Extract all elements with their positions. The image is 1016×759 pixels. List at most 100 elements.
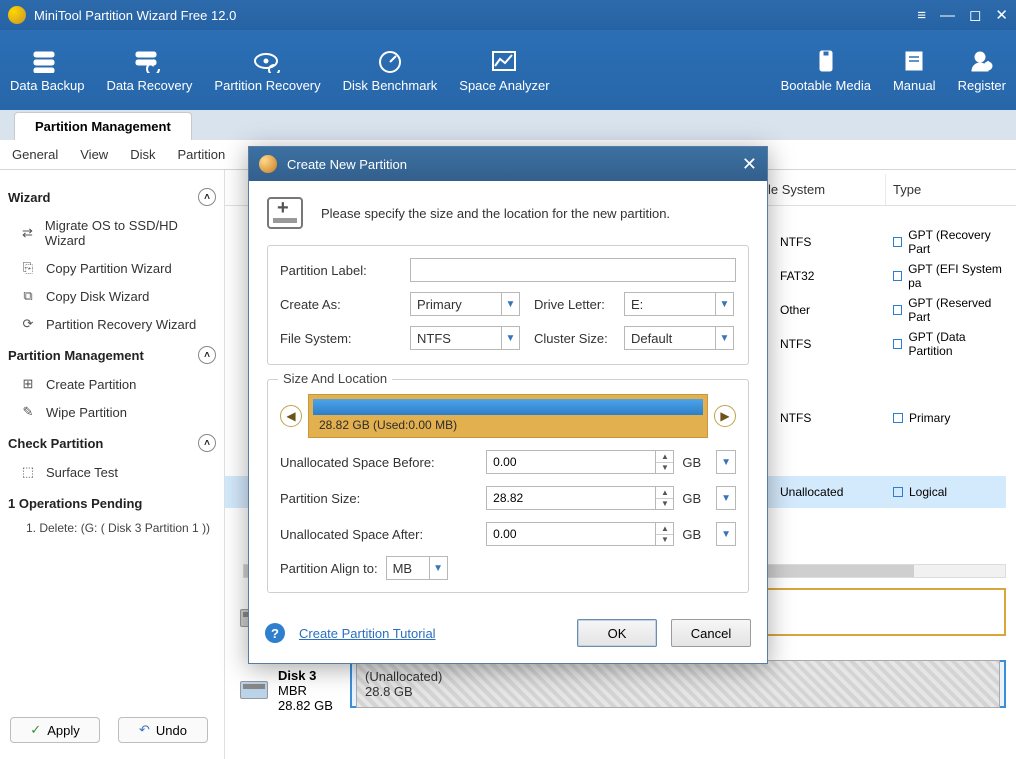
spin-up-icon[interactable]: ▲ xyxy=(656,523,673,535)
label-space-after: Unallocated Space After: xyxy=(280,527,478,542)
legend-size-location: Size And Location xyxy=(278,371,392,386)
register-icon: + xyxy=(967,48,997,74)
help-icon[interactable]: ? xyxy=(265,623,285,643)
cell-file-system: NTFS xyxy=(780,337,811,351)
wipe-partition-icon: ✎ xyxy=(20,404,36,420)
disk-icon xyxy=(240,681,268,699)
sidebar-item-copy-disk[interactable]: ⧉Copy Disk Wizard xyxy=(8,282,216,310)
dialog-instruction: Please specify the size and the location… xyxy=(321,206,670,221)
menu-view[interactable]: View xyxy=(80,147,108,162)
unit-dropdown[interactable]: ▼ xyxy=(716,522,736,546)
cell-type: GPT (Data Partition xyxy=(893,330,1006,358)
sidebar-item-copy-partition[interactable]: ⎘Copy Partition Wizard xyxy=(8,254,216,282)
combo-file-system[interactable]: NTFS▼ xyxy=(410,326,520,350)
size-bar-fill xyxy=(313,399,703,415)
manual-button[interactable]: Manual xyxy=(893,48,936,93)
combo-cluster-size[interactable]: Default▼ xyxy=(624,326,734,350)
sidebar: Wizard˄ ⇄ Migrate OS to SSD/HD Wizard ⎘Copy… xyxy=(0,170,225,759)
combo-file-system-value: NTFS xyxy=(417,331,451,346)
input-space-before[interactable] xyxy=(487,455,655,469)
pending-header: 1 Operations Pending xyxy=(8,496,216,511)
sidebar-item-label: Migrate OS to SSD/HD Wizard xyxy=(45,218,210,248)
section-check-partition[interactable]: Check Partition˄ xyxy=(8,434,216,452)
disk-3-bar[interactable]: (Unallocated) 28.8 GB xyxy=(356,660,1000,708)
input-partition-label[interactable] xyxy=(410,258,736,282)
cancel-button[interactable]: Cancel xyxy=(671,619,751,647)
section-wizard[interactable]: Wizard˄ xyxy=(8,188,216,206)
tutorial-link[interactable]: Create Partition Tutorial xyxy=(299,626,436,641)
menu-partition[interactable]: Partition xyxy=(177,147,225,162)
spin-space-after[interactable]: ▲▼ xyxy=(486,522,674,546)
chevron-up-icon: ˄ xyxy=(198,188,216,206)
chevron-down-icon: ▼ xyxy=(715,327,733,349)
combo-align-to[interactable]: MB▼ xyxy=(386,556,448,580)
unit-dropdown[interactable]: ▼ xyxy=(716,486,736,510)
apply-button[interactable]: ✓ Apply xyxy=(10,717,100,743)
unit-gb: GB xyxy=(682,491,708,506)
disk-3-outer[interactable]: (Unallocated) 28.8 GB xyxy=(350,660,1006,708)
close-icon[interactable]: ✕ xyxy=(995,6,1008,24)
col-type[interactable]: Type xyxy=(893,182,1013,197)
spin-down-icon[interactable]: ▼ xyxy=(656,535,673,546)
sidebar-item-surface-test[interactable]: ⬚Surface Test xyxy=(8,458,216,486)
spin-down-icon[interactable]: ▼ xyxy=(656,463,673,474)
sidebar-item-partition-recovery-wizard[interactable]: ⟳Partition Recovery Wizard xyxy=(8,310,216,338)
copy-disk-icon: ⧉ xyxy=(20,288,36,304)
migrate-os-icon: ⇄ xyxy=(20,225,35,241)
tb-label: Manual xyxy=(893,78,936,93)
combo-align-value: MB xyxy=(393,561,413,576)
type-color-icon xyxy=(893,237,902,247)
tab-partition-management[interactable]: Partition Management xyxy=(14,112,192,140)
unit-dropdown[interactable]: ▼ xyxy=(716,450,736,474)
disk-3-mbr: MBR xyxy=(278,683,333,698)
tb-label: Bootable Media xyxy=(781,78,871,93)
combo-drive-letter[interactable]: E:▼ xyxy=(624,292,734,316)
bootable-media-button[interactable]: Bootable Media xyxy=(781,48,871,93)
undo-button[interactable]: ↶ Undo xyxy=(118,717,208,743)
combo-drive-letter-value: E: xyxy=(631,297,643,312)
menu-icon[interactable]: ≡ xyxy=(917,7,926,24)
partition-recovery-button[interactable]: Partition Recovery xyxy=(214,48,320,93)
combo-create-as[interactable]: Primary▼ xyxy=(410,292,520,316)
register-button[interactable]: +Register xyxy=(958,48,1006,93)
disk-3-part-name: (Unallocated) xyxy=(365,669,442,684)
spin-up-icon[interactable]: ▲ xyxy=(656,487,673,499)
minimize-icon[interactable]: — xyxy=(940,7,955,24)
sidebar-item-label: Partition Recovery Wizard xyxy=(46,317,196,332)
data-backup-icon xyxy=(32,48,62,74)
menu-general[interactable]: General xyxy=(12,147,58,162)
manual-icon xyxy=(899,48,929,74)
bootable-media-icon xyxy=(811,48,841,74)
size-bar[interactable]: 28.82 GB (Used:0.00 MB) xyxy=(308,394,708,438)
space-analyzer-icon xyxy=(489,48,519,74)
data-recovery-button[interactable]: Data Recovery xyxy=(106,48,192,93)
col-file-system[interactable]: le System xyxy=(768,182,825,197)
tb-label: Data Recovery xyxy=(106,78,192,93)
size-handle-right[interactable]: ▶ xyxy=(714,405,736,427)
spin-partition-size[interactable]: ▲▼ xyxy=(486,486,674,510)
menu-disk[interactable]: Disk xyxy=(130,147,155,162)
unit-gb: GB xyxy=(682,527,708,542)
section-partition-management[interactable]: Partition Management˄ xyxy=(8,346,216,364)
spin-up-icon[interactable]: ▲ xyxy=(656,451,673,463)
size-handle-left[interactable]: ◀ xyxy=(280,405,302,427)
label-space-before: Unallocated Space Before: xyxy=(280,455,478,470)
sidebar-item-label: Copy Partition Wizard xyxy=(46,261,172,276)
spin-space-before[interactable]: ▲▼ xyxy=(486,450,674,474)
maximize-icon[interactable]: ◻ xyxy=(969,6,981,24)
tab-strip: Partition Management xyxy=(0,110,1016,140)
input-space-after[interactable] xyxy=(487,527,655,541)
main-toolbar: Data Backup Data Recovery Partition Recove… xyxy=(0,30,1016,110)
sidebar-item-migrate-os[interactable]: ⇄ Migrate OS to SSD/HD Wizard xyxy=(8,212,216,254)
app-logo-icon xyxy=(8,6,26,24)
ok-button[interactable]: OK xyxy=(577,619,657,647)
space-analyzer-button[interactable]: Space Analyzer xyxy=(459,48,549,93)
input-partition-size[interactable] xyxy=(487,491,655,505)
unit-gb: GB xyxy=(682,455,708,470)
disk-benchmark-button[interactable]: Disk Benchmark xyxy=(343,48,438,93)
dialog-close-icon[interactable]: ✕ xyxy=(742,154,757,175)
spin-down-icon[interactable]: ▼ xyxy=(656,499,673,510)
sidebar-item-create-partition[interactable]: ⊞Create Partition xyxy=(8,370,216,398)
sidebar-item-wipe-partition[interactable]: ✎Wipe Partition xyxy=(8,398,216,426)
data-backup-button[interactable]: Data Backup xyxy=(10,48,84,93)
